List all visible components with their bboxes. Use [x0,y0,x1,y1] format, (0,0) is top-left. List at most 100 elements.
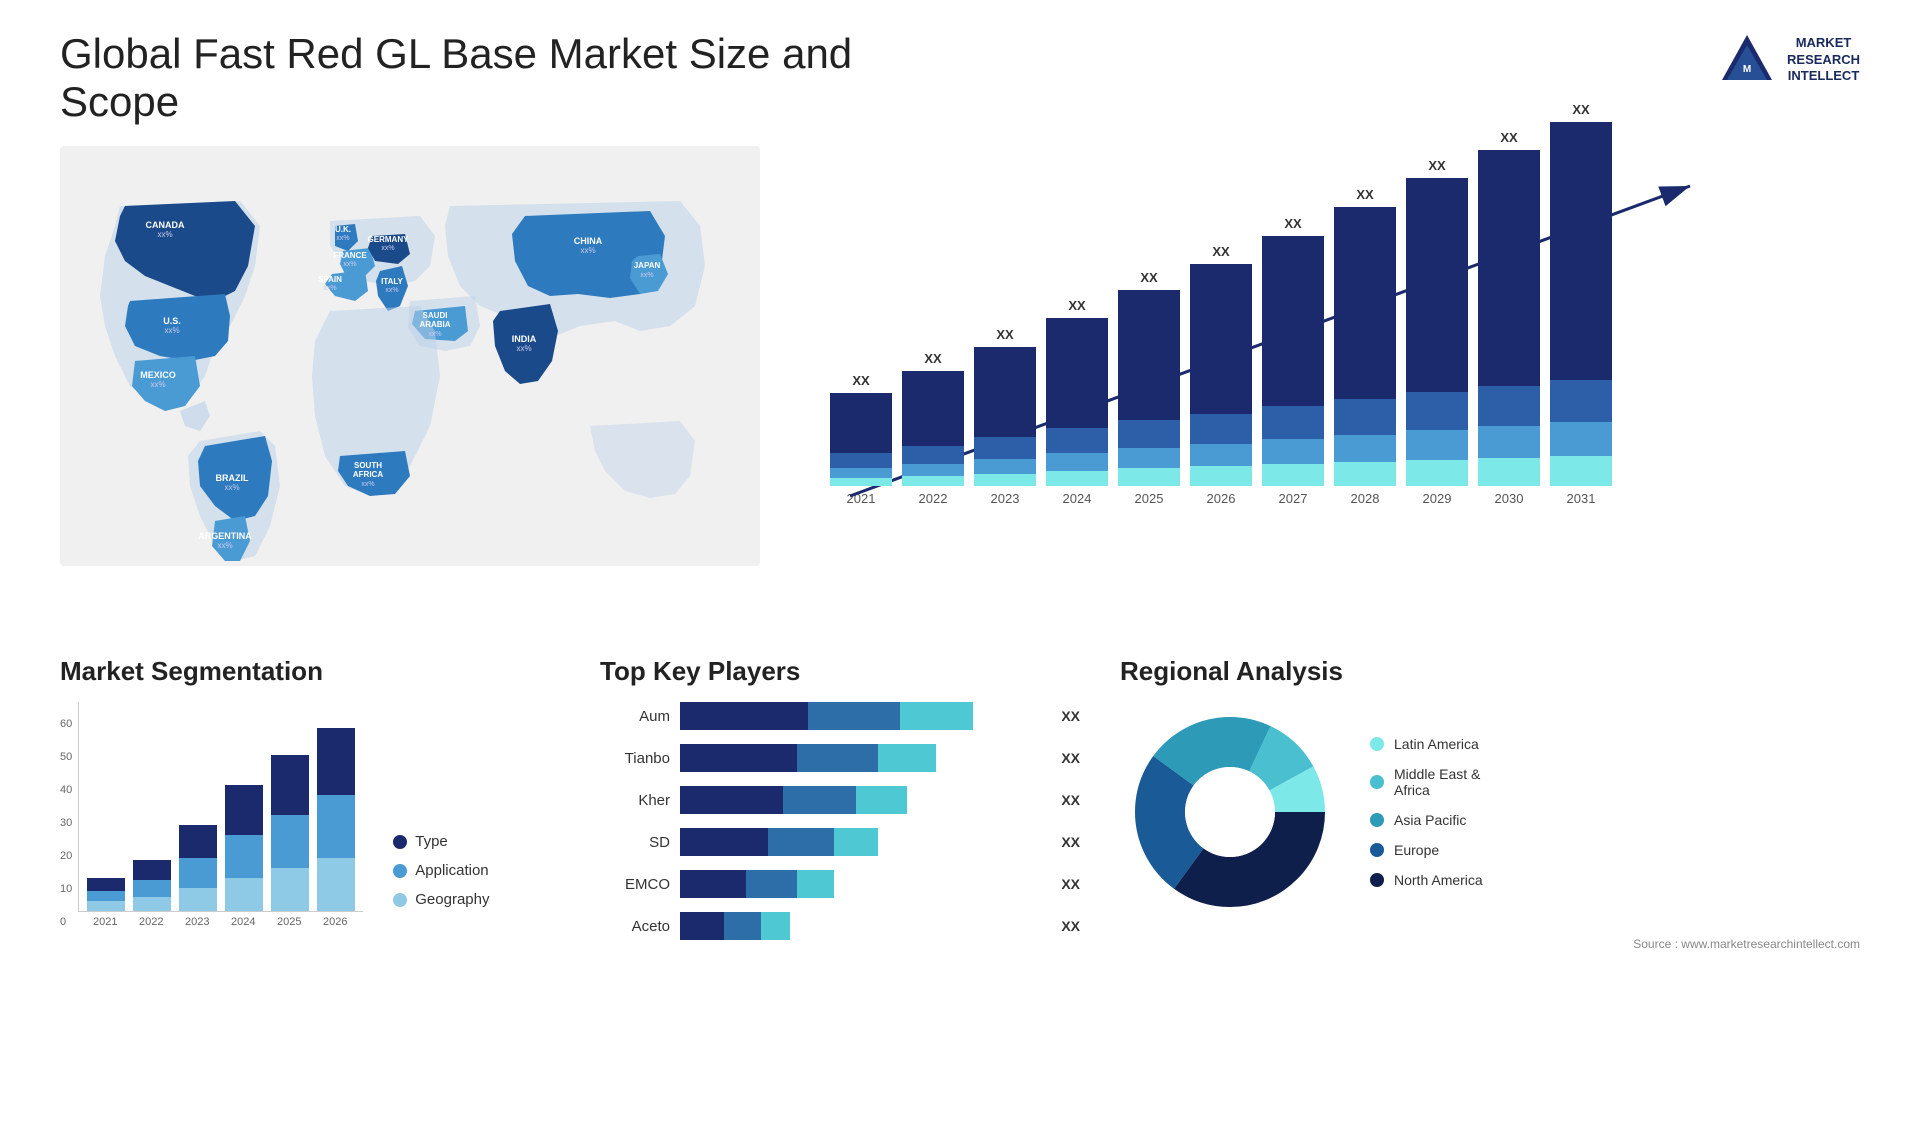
seg-x-2021: 2021 [86,916,124,928]
player-name-kher: Kher [600,792,670,809]
bar-group-2022: XX [902,351,964,486]
donut-chart [1120,702,1340,922]
legend-geography: Geography [393,891,489,908]
players-bars: Aum XX Tianbo XX [600,702,1080,940]
bar-group-2029: XX [1406,158,1468,486]
player-val-sd: XX [1061,834,1080,850]
player-bar-sd [680,828,1046,856]
svg-text:xx%: xx% [336,235,349,242]
na-label: North America [1394,872,1483,888]
latin-label: Latin America [1394,736,1479,752]
svg-text:U.K.: U.K. [335,225,351,234]
x-label-2024: 2024 [1046,491,1108,506]
main-title: Global Fast Red GL Base Market Size and … [60,30,960,126]
y-label-20: 20 [60,850,72,862]
logo-area: M MARKET RESEARCH INTELLECT [1717,30,1860,90]
latin-dot [1370,737,1384,751]
seg-bar-2024 [225,785,263,911]
player-val-aceto: XX [1061,918,1080,934]
svg-text:xx%: xx% [224,483,239,492]
europe-dot [1370,843,1384,857]
x-label-2029: 2029 [1406,491,1468,506]
svg-text:INDIA: INDIA [512,334,537,344]
player-name-sd: SD [600,834,670,851]
bar-group-2028: XX [1334,187,1396,486]
bar-group-2026: XX [1190,244,1252,486]
source-text: Source : www.marketresearchintellect.com [1120,937,1860,951]
svg-text:xx%: xx% [323,285,336,292]
bar-group-2030: XX [1478,130,1540,486]
legend-application: Application [393,862,489,879]
svg-text:SOUTH: SOUTH [354,461,382,470]
player-val-emco: XX [1061,876,1080,892]
player-name-tianbo: Tianbo [600,750,670,767]
seg-x-2026: 2026 [316,916,354,928]
svg-text:CHINA: CHINA [574,236,603,246]
player-val-tianbo: XX [1061,750,1080,766]
svg-text:JAPAN: JAPAN [634,261,661,270]
segmentation-title: Market Segmentation [60,656,560,687]
y-label-30: 30 [60,817,72,829]
svg-text:U.S.: U.S. [163,316,181,326]
bar-group-2021: XX [830,373,892,486]
svg-text:xx%: xx% [428,331,441,338]
seg-bar-2022 [133,860,171,911]
player-bar-emco [680,870,1046,898]
svg-text:xx%: xx% [385,287,398,294]
players-container: Top Key Players Aum XX Tianbo [600,656,1080,954]
y-label-50: 50 [60,751,72,763]
x-label-2022: 2022 [902,491,964,506]
y-label-40: 40 [60,784,72,796]
seg-x-2023: 2023 [178,916,216,928]
logo-text: MARKET RESEARCH INTELLECT [1787,35,1860,86]
player-name-aceto: Aceto [600,918,670,935]
player-bar-kher [680,786,1046,814]
legend-type: Type [393,833,489,850]
mea-dot [1370,775,1384,789]
legend-application-label: Application [415,862,488,879]
seg-bar-2026 [317,728,355,911]
svg-text:xx%: xx% [640,272,653,279]
seg-x-2022: 2022 [132,916,170,928]
svg-text:xx%: xx% [361,481,374,488]
seg-legend: Type Application Geography [383,833,489,928]
reg-legend-mea: Middle East &Africa [1370,766,1483,798]
svg-text:ARABIA: ARABIA [419,320,450,329]
svg-text:xx%: xx% [164,326,179,335]
bar-group-2027: XX [1262,216,1324,486]
svg-text:xx%: xx% [157,230,172,239]
geography-dot [393,893,407,907]
segmentation-container: Market Segmentation 60 50 40 30 20 10 0 [60,656,560,928]
bar-group-2031: XX [1550,102,1612,486]
svg-text:xx%: xx% [217,541,232,550]
bar-group-2024: XX [1046,298,1108,486]
reg-legend-europe: Europe [1370,842,1483,858]
bottom-section: Market Segmentation 60 50 40 30 20 10 0 [60,656,1860,954]
bar-group-2023: XX [974,327,1036,486]
seg-bar-2023 [179,825,217,911]
europe-label: Europe [1394,842,1439,858]
seg-chart-area: 60 50 40 30 20 10 0 [60,702,560,928]
logo-icon: M [1717,30,1777,90]
player-val-aum: XX [1061,708,1080,724]
x-label-2027: 2027 [1262,491,1324,506]
x-label-2031: 2031 [1550,491,1612,506]
svg-text:CANADA: CANADA [146,220,185,230]
player-name-aum: Aum [600,708,670,725]
world-map-container: CANADA xx% U.S. xx% MEXICO xx% BRAZIL xx… [60,146,760,616]
player-bar-tianbo [680,744,1046,772]
player-row-kher: Kher XX [600,786,1080,814]
donut-area: Latin America Middle East &Africa Asia P… [1120,702,1860,922]
x-label-2021: 2021 [830,491,892,506]
x-label-2023: 2023 [974,491,1036,506]
na-dot [1370,873,1384,887]
svg-text:xx%: xx% [516,344,531,353]
legend-type-label: Type [415,833,448,850]
svg-text:ITALY: ITALY [381,277,403,286]
player-row-tianbo: Tianbo XX [600,744,1080,772]
y-label-60: 60 [60,718,72,730]
type-dot [393,835,407,849]
bar-group-2025: XX [1118,270,1180,486]
svg-text:SAUDI: SAUDI [423,311,448,320]
player-val-kher: XX [1061,792,1080,808]
